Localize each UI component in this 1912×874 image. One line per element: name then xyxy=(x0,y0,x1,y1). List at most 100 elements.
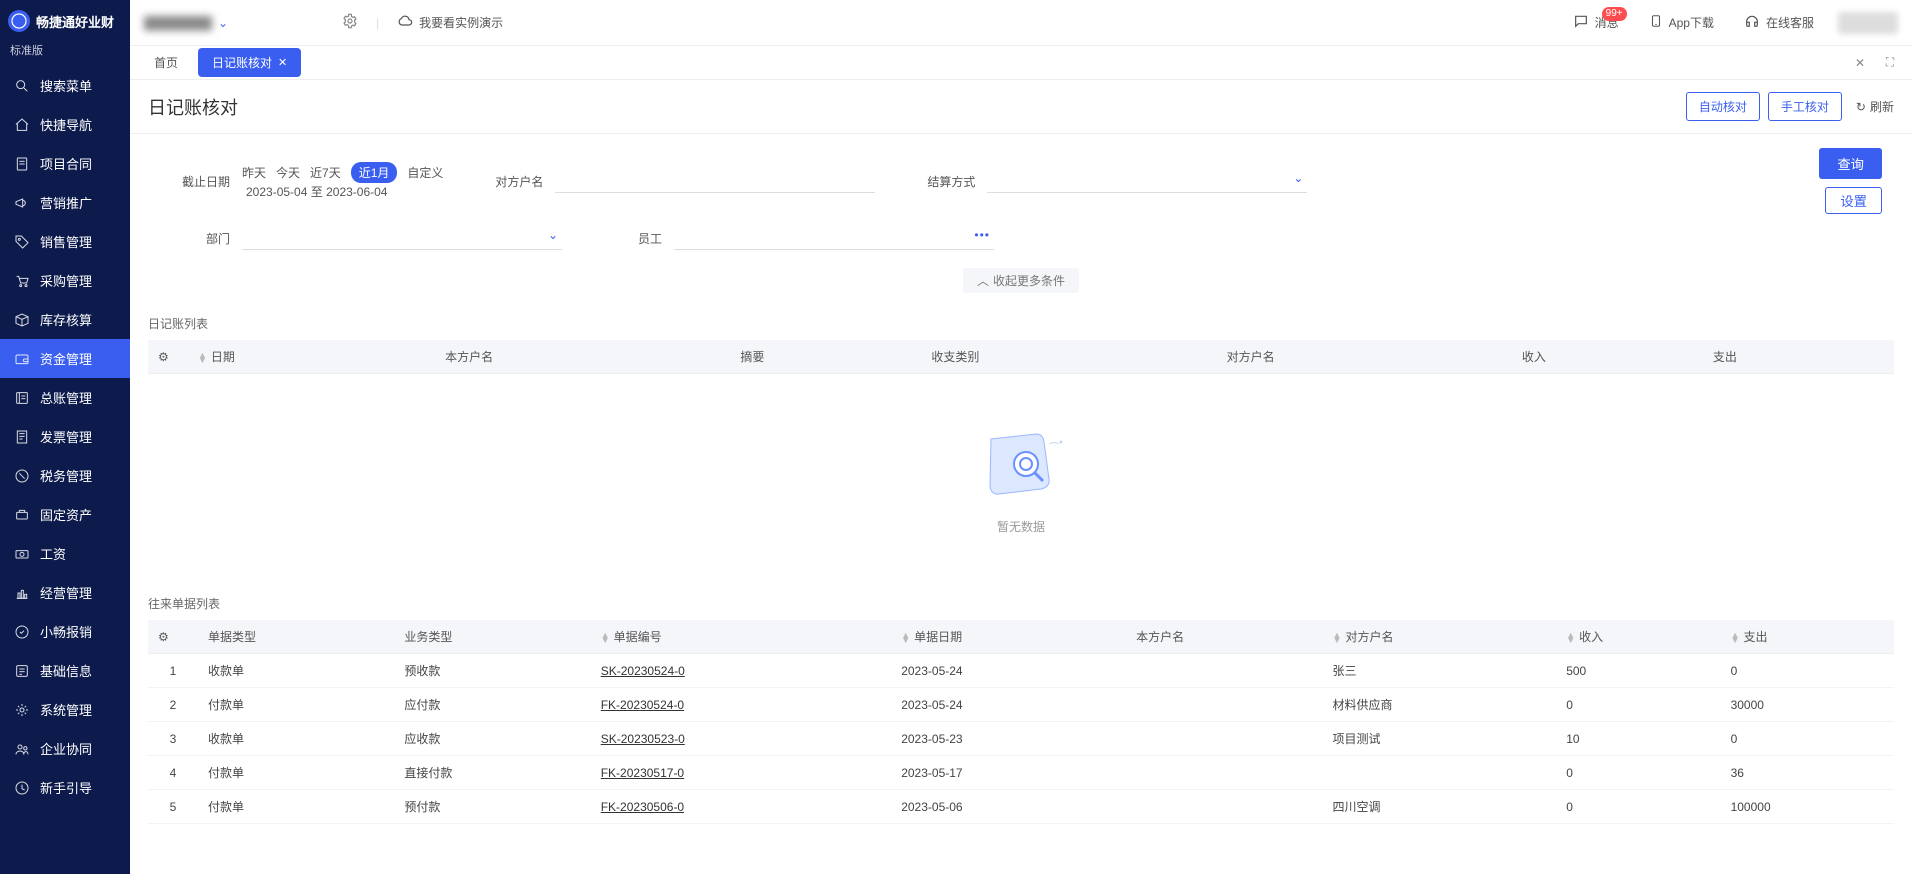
sidebar-item-4[interactable]: 销售管理 xyxy=(0,222,130,261)
chevron-down-icon[interactable]: ⌄ xyxy=(548,228,558,242)
col2-0[interactable]: 单据类型 xyxy=(198,620,394,654)
sidebar-item-12[interactable]: 工资 xyxy=(0,534,130,573)
sidebar-item-0[interactable]: 搜索菜单 xyxy=(0,66,130,105)
sort-icon[interactable]: ▲▼ xyxy=(601,633,610,643)
service-button[interactable]: 在线客服 xyxy=(1738,13,1820,32)
row-index: 4 xyxy=(148,756,198,790)
tab-journal-check[interactable]: 日记账核对 ✕ xyxy=(198,48,301,77)
brand-icon xyxy=(8,10,30,32)
sidebar-item-3[interactable]: 营销推广 xyxy=(0,183,130,222)
settings-icon[interactable] xyxy=(342,13,358,32)
table-row[interactable]: 1收款单预收款SK-20230524-02023-05-24张三5000 xyxy=(148,654,1894,688)
cell-doc-no[interactable]: FK-20230524-0 xyxy=(591,688,891,722)
cell-doc-no[interactable]: SK-20230524-0 xyxy=(591,654,891,688)
col2-1[interactable]: 业务类型 xyxy=(394,620,590,654)
sidebar-item-17[interactable]: 企业协同 xyxy=(0,729,130,768)
cell-doc-no[interactable]: FK-20230506-0 xyxy=(591,790,891,824)
sort-icon[interactable]: ▲▼ xyxy=(1333,633,1342,643)
col-0[interactable]: ▲▼日期 xyxy=(188,340,435,374)
filter-settlement: 结算方式 ⌄ xyxy=(905,169,1307,193)
home-icon xyxy=(14,117,30,133)
date-chip-1[interactable]: 今天 xyxy=(276,164,300,181)
app-download-button[interactable]: App下载 xyxy=(1643,13,1720,32)
table-row[interactable]: 4付款单直接付款FK-20230517-02023-05-17036 xyxy=(148,756,1894,790)
sort-icon[interactable]: ▲▼ xyxy=(901,633,910,643)
manual-check-button[interactable]: 手工核对 xyxy=(1768,92,1842,121)
headset-icon xyxy=(1744,13,1760,32)
col-6[interactable]: 支出 xyxy=(1703,340,1894,374)
tag-icon xyxy=(14,234,30,250)
col2-3[interactable]: ▲▼单据日期 xyxy=(891,620,1126,654)
column-settings-icon[interactable]: ⚙ xyxy=(148,340,188,374)
brand-logo: 畅捷通好业财 xyxy=(0,0,130,42)
close-all-tabs-button[interactable]: ✕ xyxy=(1848,51,1872,75)
asset-icon xyxy=(14,507,30,523)
sidebar-item-16[interactable]: 系统管理 xyxy=(0,690,130,729)
col2-5[interactable]: ▲▼对方户名 xyxy=(1323,620,1557,654)
sidebar-item-6[interactable]: 库存核算 xyxy=(0,300,130,339)
sidebar-item-1[interactable]: 快捷导航 xyxy=(0,105,130,144)
sidebar-item-label: 项目合同 xyxy=(40,154,92,173)
cell-doc-type: 收款单 xyxy=(198,722,394,756)
col-2[interactable]: 摘要 xyxy=(730,340,921,374)
sidebar-item-11[interactable]: 固定资产 xyxy=(0,495,130,534)
col-1[interactable]: 本方户名 xyxy=(435,340,730,374)
chevron-down-icon[interactable]: ⌄ xyxy=(1293,171,1303,185)
col2-2[interactable]: ▲▼单据编号 xyxy=(591,620,891,654)
table-row[interactable]: 3收款单应收款SK-20230523-02023-05-23项目测试100 xyxy=(148,722,1894,756)
cell-doc-type: 付款单 xyxy=(198,790,394,824)
messages-button[interactable]: 消息 99+ xyxy=(1567,13,1625,32)
cell-biz-type: 预收款 xyxy=(394,654,590,688)
col-3[interactable]: 收支类别 xyxy=(921,340,1216,374)
employee-input[interactable] xyxy=(674,226,994,250)
sidebar-item-7[interactable]: 资金管理 xyxy=(0,339,130,378)
query-button[interactable]: 查询 xyxy=(1819,148,1882,179)
close-icon[interactable]: ✕ xyxy=(278,56,287,69)
sort-icon[interactable]: ▲▼ xyxy=(198,353,207,363)
demo-link[interactable]: 我要看实例演示 xyxy=(397,13,503,32)
user-avatar[interactable] xyxy=(1838,12,1898,34)
cell-doc-no[interactable]: SK-20230523-0 xyxy=(591,722,891,756)
col-5[interactable]: 收入 xyxy=(1512,340,1703,374)
date-chip-2[interactable]: 近7天 xyxy=(310,164,341,181)
sidebar-item-13[interactable]: 经营管理 xyxy=(0,573,130,612)
date-chip-0[interactable]: 昨天 xyxy=(242,164,266,181)
auto-check-button[interactable]: 自动核对 xyxy=(1686,92,1760,121)
cell-expense: 36 xyxy=(1721,756,1894,790)
col2-7[interactable]: ▲▼支出 xyxy=(1721,620,1894,654)
table-row[interactable]: 5付款单预付款FK-20230506-02023-05-06四川空调010000… xyxy=(148,790,1894,824)
sidebar-item-2[interactable]: 项目合同 xyxy=(0,144,130,183)
department-input[interactable] xyxy=(242,226,562,250)
sidebar-item-5[interactable]: 采购管理 xyxy=(0,261,130,300)
fullscreen-icon[interactable]: ⛶ xyxy=(1878,51,1902,75)
date-chip-4[interactable]: 自定义 xyxy=(407,164,443,181)
sidebar-item-10[interactable]: 税务管理 xyxy=(0,456,130,495)
collapse-filters-button[interactable]: ︿ 收起更多条件 xyxy=(963,268,1079,293)
tab-home[interactable]: 首页 xyxy=(140,48,192,77)
sort-icon[interactable]: ▲▼ xyxy=(1731,633,1740,643)
column-settings-icon[interactable]: ⚙ xyxy=(148,620,198,654)
date-chip-3[interactable]: 近1月 xyxy=(351,162,398,183)
doc-icon xyxy=(14,156,30,172)
col2-6[interactable]: ▲▼收入 xyxy=(1556,620,1720,654)
org-selector[interactable]: ████████ ⌄ xyxy=(144,16,324,30)
sidebar-item-18[interactable]: 新手引导 xyxy=(0,768,130,807)
sort-icon[interactable]: ▲▼ xyxy=(1566,633,1575,643)
counterparty-input[interactable] xyxy=(555,169,875,193)
table-row[interactable]: 2付款单应付款FK-20230524-02023-05-24材料供应商03000… xyxy=(148,688,1894,722)
cell-their-account: 四川空调 xyxy=(1323,790,1557,824)
sidebar-item-9[interactable]: 发票管理 xyxy=(0,417,130,456)
col-4[interactable]: 对方户名 xyxy=(1217,340,1512,374)
cell-doc-no[interactable]: FK-20230517-0 xyxy=(591,756,891,790)
more-icon[interactable]: ••• xyxy=(974,228,990,242)
sidebar-item-15[interactable]: 基础信息 xyxy=(0,651,130,690)
sidebar-item-8[interactable]: 总账管理 xyxy=(0,378,130,417)
settlement-input[interactable] xyxy=(987,169,1307,193)
col2-4[interactable]: 本方户名 xyxy=(1126,620,1322,654)
sidebar-item-14[interactable]: 小畅报销 xyxy=(0,612,130,651)
brand-name: 畅捷通好业财 xyxy=(36,12,114,31)
refresh-button[interactable]: ↻ 刷新 xyxy=(1856,98,1894,115)
cloud-icon xyxy=(397,13,413,32)
content-scroll[interactable]: 日记账列表 ⚙▲▼日期本方户名摘要收支类别对方户名收入支出 暂无数据 往来单据列… xyxy=(130,305,1912,874)
filter-settings-button[interactable]: 设置 xyxy=(1825,187,1882,214)
